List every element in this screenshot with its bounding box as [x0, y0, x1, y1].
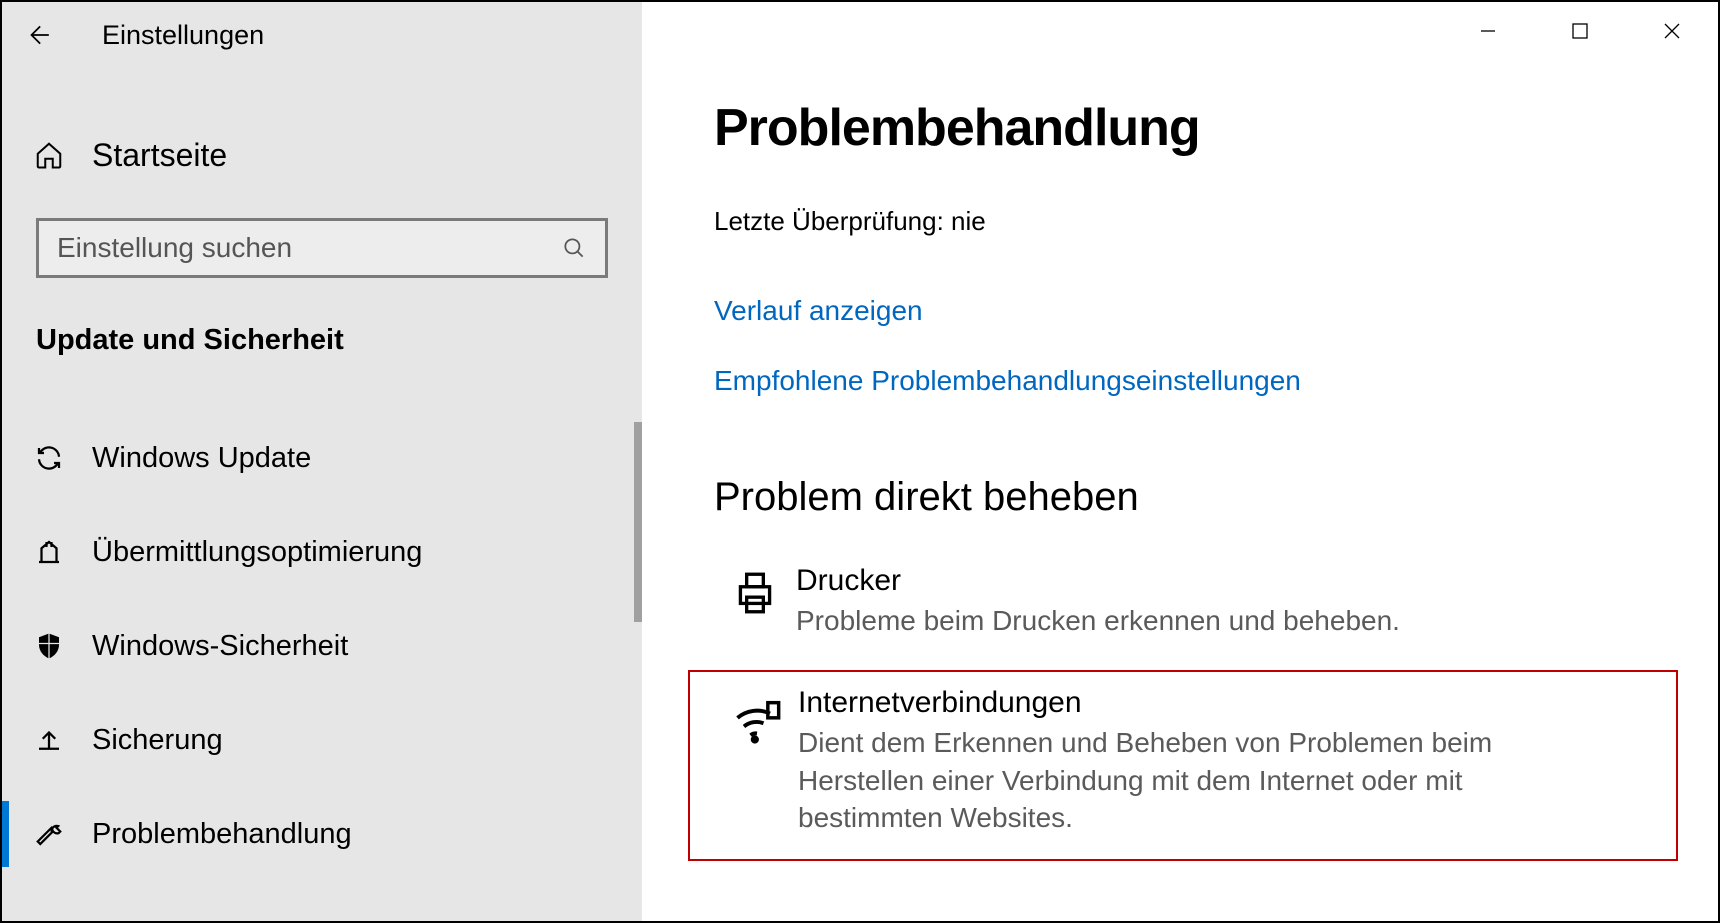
section-heading: Problem direkt beheben: [714, 475, 1718, 520]
sidebar-item-backup[interactable]: Sicherung: [2, 693, 642, 787]
page-title: Problembehandlung: [714, 98, 1718, 158]
app-title: Einstellungen: [102, 20, 264, 51]
sidebar-scrollbar[interactable]: [634, 422, 642, 622]
recommended-settings-link[interactable]: Empfohlene Problembehandlungseinstellung…: [714, 365, 1718, 397]
search-icon: [561, 235, 587, 261]
troubleshoot-desc: Probleme beim Drucken erkennen und beheb…: [796, 602, 1400, 640]
troubleshoot-title: Internetverbindungen: [798, 686, 1608, 720]
troubleshoot-body: Internetverbindungen Dient dem Erkennen …: [798, 686, 1608, 837]
section-title: Update und Sicherheit: [2, 324, 642, 357]
back-button[interactable]: [2, 2, 74, 68]
arrow-left-icon: [25, 22, 51, 48]
wifi-icon: [731, 694, 783, 746]
titlebar-left: Einstellungen: [2, 2, 642, 68]
maximize-icon: [1572, 23, 1588, 39]
sidebar-item-windows-security[interactable]: Windows-Sicherheit: [2, 599, 642, 693]
sidebar-item-windows-update[interactable]: Windows Update: [2, 411, 642, 505]
troubleshoot-body: Drucker Probleme beim Drucken erkennen u…: [796, 564, 1400, 640]
main-panel: Problembehandlung Letzte Überprüfung: ni…: [642, 2, 1718, 921]
printer-icon: [730, 568, 780, 618]
home-icon: [34, 140, 64, 170]
history-link[interactable]: Verlauf anzeigen: [714, 295, 1718, 327]
nav-label: Windows Update: [92, 442, 311, 475]
close-button[interactable]: [1626, 2, 1718, 60]
nav-list: Windows Update Übermittlungsoptimierung …: [2, 411, 642, 881]
sidebar-item-delivery-optimization[interactable]: Übermittlungsoptimierung: [2, 505, 642, 599]
wrench-icon: [34, 819, 64, 849]
home-button[interactable]: Startseite: [2, 128, 642, 182]
troubleshoot-title: Drucker: [796, 564, 1400, 598]
nav-label: Sicherung: [92, 724, 223, 757]
search-container: [36, 218, 608, 278]
sync-icon: [34, 443, 64, 473]
maximize-button[interactable]: [1534, 2, 1626, 60]
minimize-icon: [1479, 22, 1497, 40]
minimize-button[interactable]: [1442, 2, 1534, 60]
troubleshoot-desc: Dient dem Erkennen und Beheben von Probl…: [798, 724, 1608, 837]
search-input[interactable]: [57, 232, 561, 264]
nav-label: Übermittlungsoptimierung: [92, 536, 422, 569]
search-box[interactable]: [36, 218, 608, 278]
nav-label: Windows-Sicherheit: [92, 630, 348, 663]
delivery-icon: [34, 537, 64, 567]
troubleshoot-item-printer[interactable]: Drucker Probleme beim Drucken erkennen u…: [714, 548, 1718, 652]
close-icon: [1663, 22, 1681, 40]
sidebar-item-troubleshoot[interactable]: Problembehandlung: [2, 787, 642, 881]
sidebar: Einstellungen Startseite Update und Sich…: [2, 2, 642, 921]
home-label: Startseite: [92, 137, 227, 174]
status-line: Letzte Überprüfung: nie: [714, 206, 1718, 237]
main-content: Problembehandlung Letzte Überprüfung: ni…: [642, 2, 1718, 861]
backup-icon: [34, 725, 64, 755]
troubleshoot-item-internet[interactable]: Internetverbindungen Dient dem Erkennen …: [688, 670, 1678, 861]
shield-icon: [34, 631, 64, 661]
nav-label: Problembehandlung: [92, 818, 352, 851]
window-controls: [1442, 2, 1718, 60]
